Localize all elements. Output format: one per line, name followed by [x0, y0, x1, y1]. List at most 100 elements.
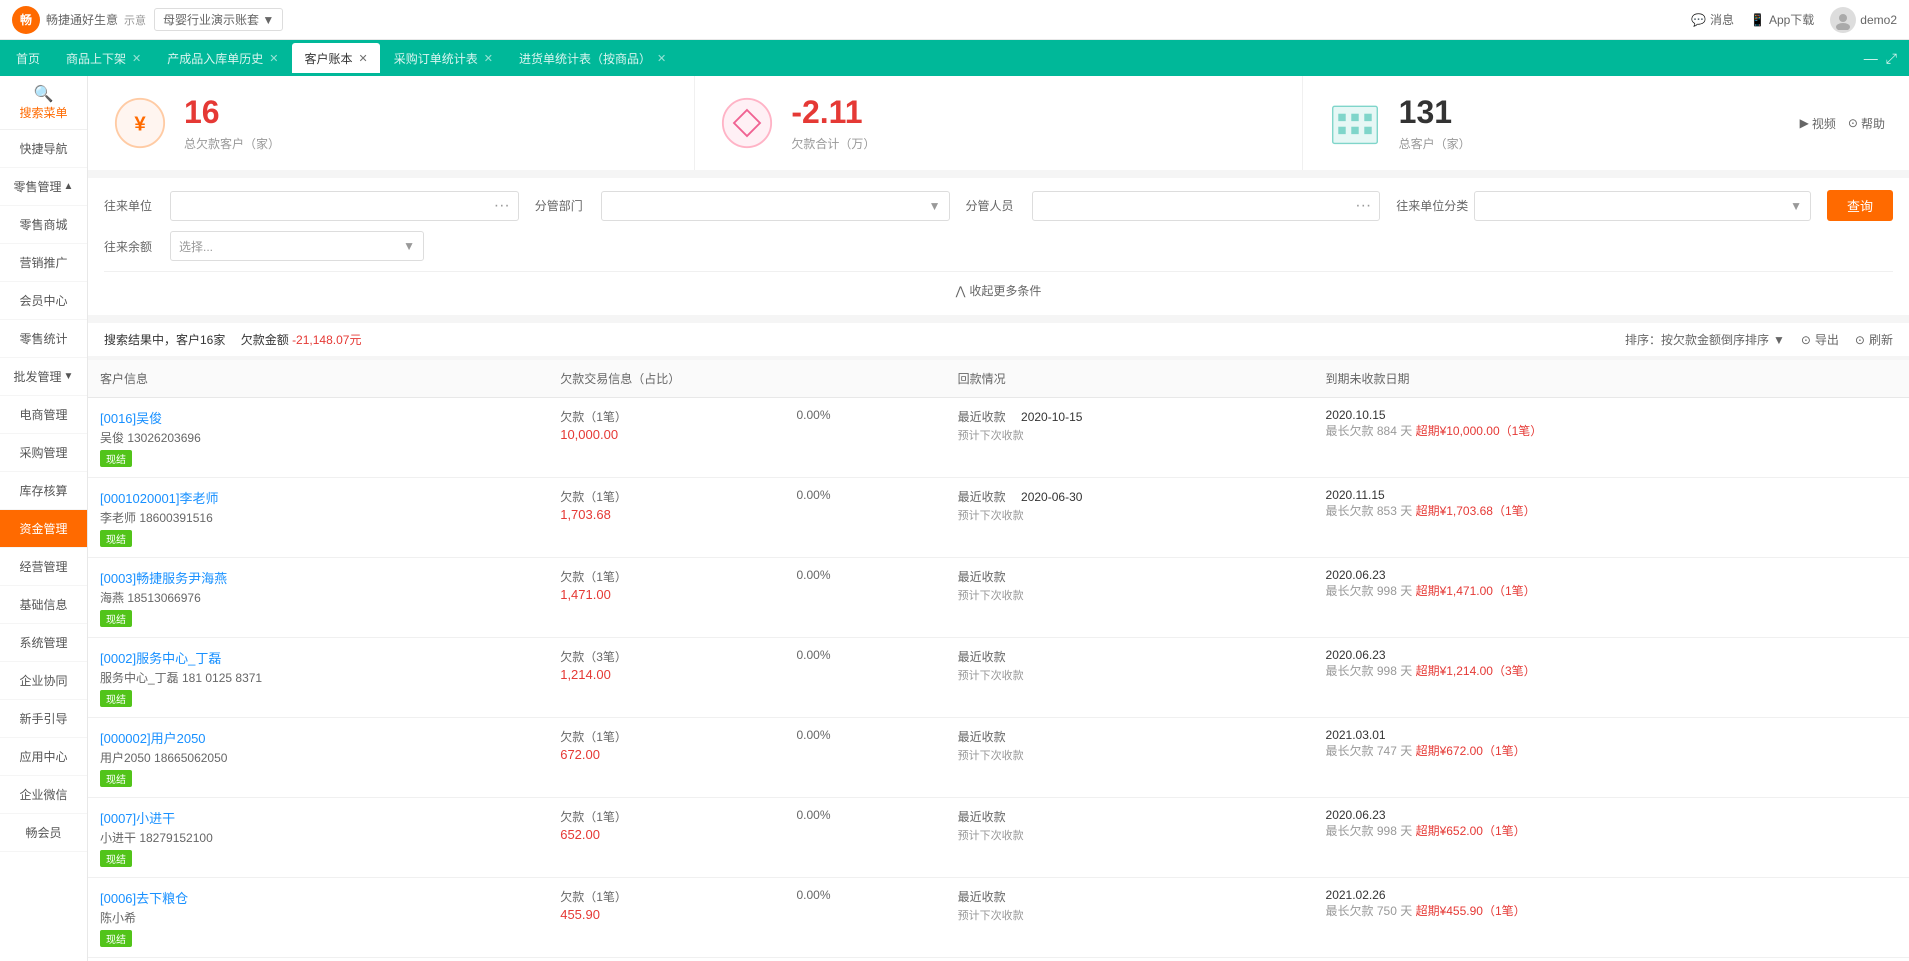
tab-minimize-btn[interactable]: — — [1864, 50, 1878, 66]
tab-customer-account[interactable]: 客户账本 ✕ — [292, 43, 379, 73]
sidebar-item-retail-store[interactable]: 零售商城 — [0, 206, 87, 244]
debt-info-cell: 欠款（1笔） 652.00 — [548, 798, 772, 878]
close-icon[interactable]: ✕ — [132, 52, 141, 65]
filter-branch-dept-label: 分管部门 — [535, 197, 595, 214]
customer-name-link[interactable]: [0016]吴俊 — [100, 408, 536, 427]
overdue-amount-link[interactable]: 超期¥1,214.00（3笔） — [1416, 664, 1536, 678]
sidebar-item-ecommerce[interactable]: 电商管理 — [0, 396, 87, 434]
overdue-amount-link[interactable]: 超期¥1,471.00（1笔） — [1416, 584, 1536, 598]
customer-name-link[interactable]: [0006]去下粮仓 — [100, 888, 536, 907]
sidebar-item-app-center[interactable]: 应用中心 — [0, 738, 87, 776]
sidebar-item-member-center[interactable]: 会员中心 — [0, 282, 87, 320]
sidebar-item-retail-mgmt[interactable]: 零售管理 ▲ — [0, 168, 87, 206]
user-menu[interactable]: demo2 — [1830, 7, 1897, 33]
filter-unit-category: 往来单位分类 ▼ — [1396, 191, 1811, 221]
debt-amount[interactable]: 10,000.00 — [560, 427, 760, 442]
data-table: 客户信息 欠款交易信息（占比） 回款情况 到期未收款日期 [0016]吴俊 吴俊… — [88, 360, 1909, 961]
demo-selector[interactable]: 母婴行业演示账套 ▼ — [154, 8, 283, 31]
filter-branch-dept: 分管部门 ▼ — [535, 191, 950, 221]
sidebar-item-system[interactable]: 系统管理 — [0, 624, 87, 662]
debt-amount[interactable]: 1,471.00 — [560, 587, 760, 602]
tab-instock-stat[interactable]: 进货单统计表（按商品） ✕ — [507, 43, 678, 73]
app-name: 畅捷通好生意 — [46, 11, 118, 28]
sidebar-item-retail-stat[interactable]: 零售统计 — [0, 320, 87, 358]
sidebar-item-marketing[interactable]: 营销推广 — [0, 244, 87, 282]
next-collect-label: 预计下次收款 — [958, 667, 1302, 683]
sidebar-item-basic-info[interactable]: 基础信息 — [0, 586, 87, 624]
sidebar-item-new-guide[interactable]: 新手引导 — [0, 700, 87, 738]
stat-card-debt-customers: ¥ 16 总欠款客户（家） — [88, 76, 695, 170]
close-icon[interactable]: ✕ — [269, 52, 278, 65]
sidebar-item-enterprise-wx[interactable]: 企业微信 — [0, 776, 87, 814]
sidebar-item-business-mgmt[interactable]: 经营管理 — [0, 548, 87, 586]
customer-name-link[interactable]: [0007]小进干 — [100, 808, 536, 827]
view-video-btn[interactable]: ▶ 视频 — [1800, 115, 1836, 132]
debt-amount[interactable]: 1,214.00 — [560, 667, 760, 682]
overdue-amount-link[interactable]: 超期¥10,000.00（1笔） — [1416, 424, 1543, 438]
customer-phone: 李老师 18600391516 — [100, 509, 536, 526]
close-icon[interactable]: ✕ — [657, 52, 666, 65]
customer-name-link[interactable]: [000002]用户2050 — [100, 728, 536, 747]
message-btn[interactable]: 💬 消息 — [1691, 11, 1734, 28]
debt-amount[interactable]: 672.00 — [560, 747, 760, 762]
yuan-circle-icon: ¥ — [112, 95, 168, 151]
sort-select[interactable]: 排序：按欠款金额倒序排序 ▼ — [1625, 331, 1785, 348]
branch-person-input[interactable]: ··· — [1032, 191, 1381, 221]
total-customers-label: 总客户（家） — [1399, 135, 1784, 152]
customer-info-cell: [0006]去下粮仓 陈小希 现结 — [88, 878, 548, 958]
sidebar-item-purchase-mgmt[interactable]: 采购管理 — [0, 434, 87, 472]
debt-ratio: 0.00% — [796, 728, 933, 742]
close-icon[interactable]: ✕ — [359, 52, 368, 65]
customer-info-cell: [0002]服务中心_丁磊 服务中心_丁磊 181 0125 8371 现结 — [88, 638, 548, 718]
debt-ratio-cell: 0.00% — [772, 878, 945, 958]
customer-name-link[interactable]: [0002]服务中心_丁磊 — [100, 648, 536, 667]
customer-name-link[interactable]: [0001020001]李老师 — [100, 488, 536, 507]
sidebar-item-batch-mgmt[interactable]: 批发管理 ▼ — [0, 358, 87, 396]
dots-icon[interactable]: ··· — [1355, 197, 1371, 215]
customer-name-link[interactable]: [0003]畅捷服务尹海燕 — [100, 568, 536, 587]
tab-product-history[interactable]: 产成品入库单历史 ✕ — [155, 43, 290, 73]
export-btn[interactable]: ⊙ 导出 — [1801, 331, 1839, 348]
tab-bar: 首页 商品上下架 ✕ 产成品入库单历史 ✕ 客户账本 ✕ 采购订单统计表 ✕ 进… — [0, 40, 1909, 76]
app-download-btn[interactable]: 📱 App下载 — [1750, 11, 1814, 28]
overdue-amount-link[interactable]: 超期¥1,703.68（1笔） — [1416, 504, 1536, 518]
debt-amount[interactable]: 652.00 — [560, 827, 760, 842]
sidebar-item-inventory[interactable]: 库存核算 — [0, 472, 87, 510]
from-unit-input[interactable]: ··· — [170, 191, 519, 221]
message-icon: 💬 — [1691, 13, 1706, 27]
overdue-days: 最长欠款 884 天 超期¥10,000.00（1笔） — [1326, 422, 1897, 439]
sidebar-item-vip-member[interactable]: 畅会员 — [0, 814, 87, 852]
refresh-btn[interactable]: ⊙ 刷新 — [1855, 331, 1893, 348]
tab-home[interactable]: 首页 — [4, 43, 52, 73]
last-collect-label: 最近收款 — [958, 568, 1302, 585]
collect-info-cell: 最近收款 预计下次收款 — [946, 878, 1314, 958]
table-row: [0016]吴俊 吴俊 13026203696 现结 欠款（1笔） 10,000… — [88, 398, 1909, 478]
sidebar-search[interactable]: 🔍 搜索菜单 — [0, 76, 87, 130]
overdue-days: 最长欠款 998 天 超期¥652.00（1笔） — [1326, 822, 1897, 839]
overdue-amount-link[interactable]: 超期¥652.00（1笔） — [1416, 824, 1526, 838]
sidebar-item-quick-nav[interactable]: 快捷导航 — [0, 130, 87, 168]
debt-ratio-cell: 0.00% — [772, 958, 945, 961]
filter-area: 往来单位 ··· 分管部门 ▼ 分管人员 — [88, 178, 1909, 315]
table-container: 客户信息 欠款交易信息（占比） 回款情况 到期未收款日期 [0016]吴俊 吴俊… — [88, 360, 1909, 961]
tab-purchase-order[interactable]: 采购订单统计表 ✕ — [382, 43, 505, 73]
sidebar-item-fund-mgmt[interactable]: 资金管理 — [0, 510, 87, 548]
close-icon[interactable]: ✕ — [484, 52, 493, 65]
unit-category-select[interactable]: ▼ — [1474, 191, 1811, 221]
overdue-amount-link[interactable]: 超期¥672.00（1笔） — [1416, 744, 1526, 758]
overdue-amount-link[interactable]: 超期¥455.90（1笔） — [1416, 904, 1526, 918]
customer-info-cell: [0001020001]李老师 李老师 18600391516 现结 — [88, 478, 548, 558]
tab-maximize-btn[interactable]: ⤢ — [1886, 50, 1897, 67]
debt-amount[interactable]: 1,703.68 — [560, 507, 760, 522]
sidebar-item-enterprise-coop[interactable]: 企业协同 — [0, 662, 87, 700]
branch-dept-select[interactable]: ▼ — [601, 191, 950, 221]
help-icon: ⊙ — [1848, 116, 1858, 130]
tab-product-onoff[interactable]: 商品上下架 ✕ — [54, 43, 153, 73]
debt-amount[interactable]: 455.90 — [560, 907, 760, 922]
result-bar: 搜索结果中，客户16家 欠款金额 -21,148.07元 排序：按欠款金额倒序排… — [88, 323, 1909, 356]
dots-icon[interactable]: ··· — [494, 197, 510, 215]
balance-select[interactable]: 选择... ▼ — [170, 231, 424, 261]
collapse-btn[interactable]: ⋀ 收起更多条件 — [104, 278, 1893, 303]
query-button[interactable]: 查询 — [1827, 190, 1893, 221]
help-btn[interactable]: ⊙ 帮助 — [1848, 115, 1885, 132]
